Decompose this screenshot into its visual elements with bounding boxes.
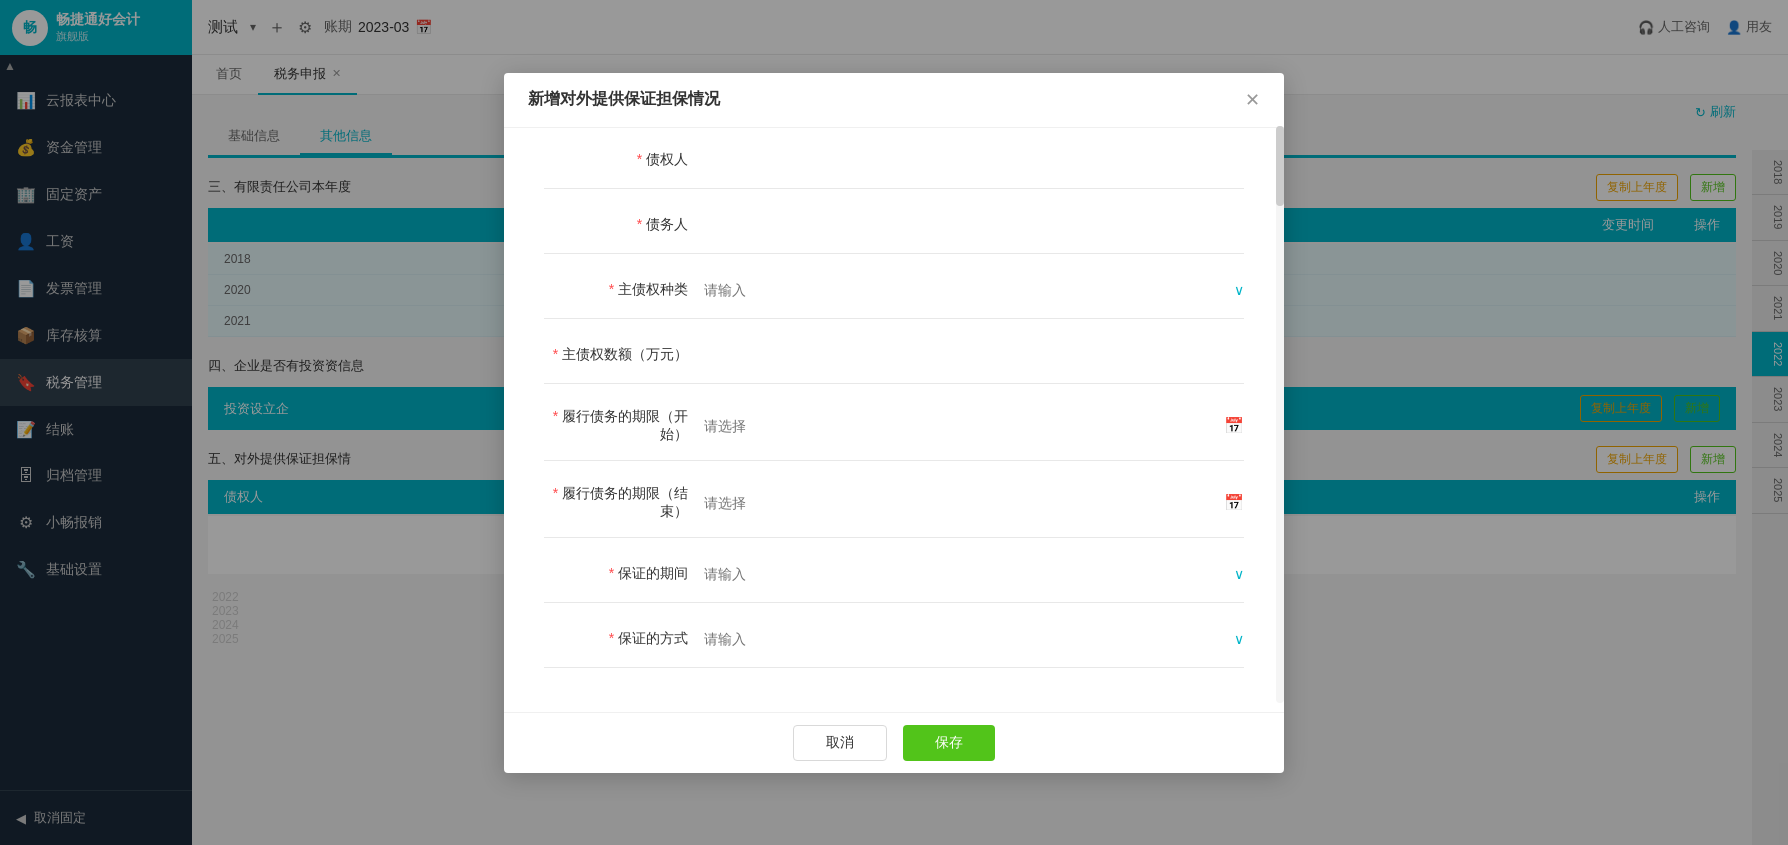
form-row-claim-amount: * 主债权数额（万元） — [544, 343, 1244, 384]
form-row-guarantee-period: * 保证的期间 ∨ — [544, 562, 1244, 603]
dialog-scrollbar[interactable] — [1276, 126, 1284, 703]
select-wrapper-guarantee-method: ∨ — [704, 627, 1244, 651]
dialog-title: 新增对外提供保证担保情况 — [528, 89, 720, 110]
select-guarantee-method[interactable] — [704, 627, 1234, 651]
form-row-creditor: * 债权人 — [544, 148, 1244, 189]
modal-overlay: 新增对外提供保证担保情况 ✕ * 债权人 * 债务人 — [0, 0, 1788, 845]
input-claim-amount[interactable] — [704, 343, 1244, 367]
form-row-debt-start: * 履行债务的期限（开始） 📅 — [544, 408, 1244, 461]
chevron-down-icon[interactable]: ∨ — [1234, 282, 1244, 298]
save-button[interactable]: 保存 — [903, 725, 995, 761]
input-creditor[interactable] — [704, 148, 1244, 172]
date-input-start[interactable] — [704, 414, 1224, 438]
label-claim-type: * 主债权种类 — [544, 281, 704, 299]
cancel-button[interactable]: 取消 — [793, 725, 887, 761]
date-input-end[interactable] — [704, 491, 1224, 515]
label-guarantee-method: * 保证的方式 — [544, 630, 704, 648]
dialog-close-button[interactable]: ✕ — [1245, 89, 1260, 111]
select-wrapper-guarantee-period: ∨ — [704, 562, 1244, 586]
calendar-icon-end[interactable]: 📅 — [1224, 493, 1244, 512]
label-guarantee-period: * 保证的期间 — [544, 565, 704, 583]
form-row-guarantee-method: * 保证的方式 ∨ — [544, 627, 1244, 668]
label-claim-amount: * 主债权数额（万元） — [544, 346, 704, 364]
form-row-debtor: * 债务人 — [544, 213, 1244, 254]
dialog-footer: 取消 保存 — [504, 712, 1284, 773]
label-creditor: * 债权人 — [544, 151, 704, 169]
form-row-claim-type: * 主债权种类 ∨ — [544, 278, 1244, 319]
dialog-body: * 债权人 * 债务人 * 主债权种类 — [504, 128, 1284, 712]
form-row-debt-end: * 履行债务的期限（结束） 📅 — [544, 485, 1244, 538]
date-wrapper-end: 📅 — [704, 491, 1244, 515]
label-debt-end: * 履行债务的期限（结束） — [544, 485, 704, 521]
label-debtor: * 债务人 — [544, 216, 704, 234]
select-wrapper-claim-type: ∨ — [704, 278, 1244, 302]
select-claim-type[interactable] — [704, 278, 1234, 302]
dialog-header: 新增对外提供保证担保情况 ✕ — [504, 73, 1284, 128]
chevron-down-icon-period[interactable]: ∨ — [1234, 566, 1244, 582]
label-debt-start: * 履行债务的期限（开始） — [544, 408, 704, 444]
calendar-icon-start[interactable]: 📅 — [1224, 416, 1244, 435]
dialog-scrollbar-thumb[interactable] — [1276, 126, 1284, 206]
select-guarantee-period[interactable] — [704, 562, 1234, 586]
chevron-down-icon-method[interactable]: ∨ — [1234, 631, 1244, 647]
input-debtor[interactable] — [704, 213, 1244, 237]
date-wrapper-start: 📅 — [704, 414, 1244, 438]
dialog: 新增对外提供保证担保情况 ✕ * 债权人 * 债务人 — [504, 73, 1284, 773]
